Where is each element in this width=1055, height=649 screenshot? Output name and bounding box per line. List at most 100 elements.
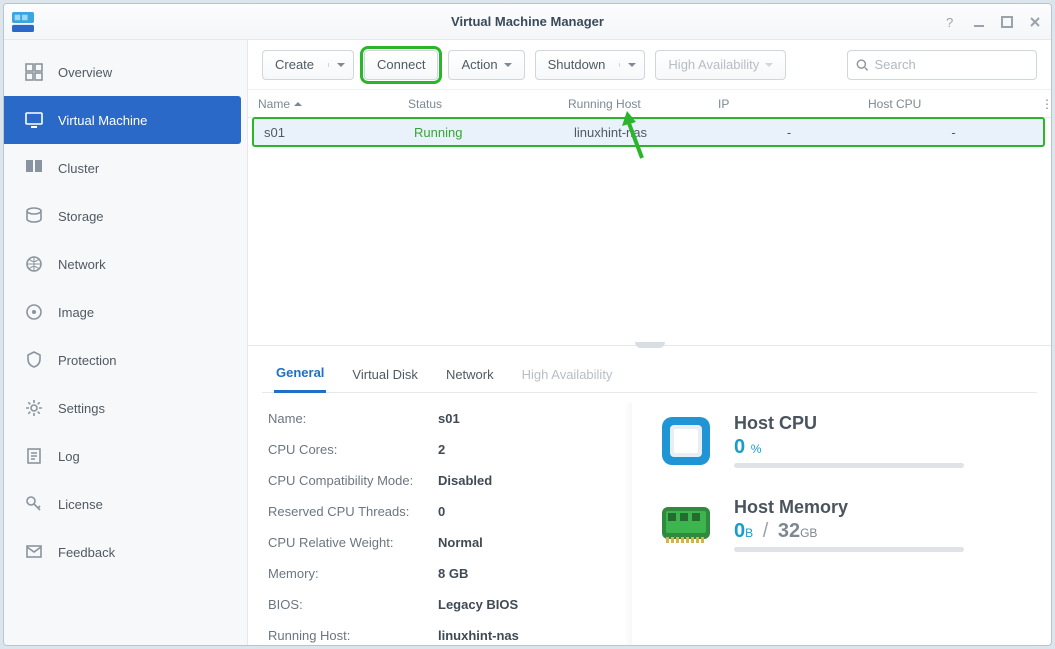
protection-icon bbox=[24, 350, 44, 370]
sidebar-item-overview[interactable]: Overview bbox=[4, 48, 247, 96]
action-button[interactable]: Action bbox=[448, 50, 524, 80]
search-input[interactable] bbox=[875, 57, 1029, 72]
storage-icon bbox=[24, 206, 44, 226]
sidebar-item-label: Log bbox=[58, 449, 80, 464]
sidebar-item-image[interactable]: Image bbox=[4, 288, 247, 336]
app-icon bbox=[12, 12, 34, 32]
license-icon bbox=[24, 494, 44, 514]
sidebar-item-license[interactable]: License bbox=[4, 480, 247, 528]
minimize-button[interactable] bbox=[971, 14, 987, 30]
sidebar: Overview Virtual Machine Cluster Storage… bbox=[4, 40, 248, 645]
vm-table: Name Status Running Host IP Host CPU ⋮ s… bbox=[248, 90, 1051, 148]
cluster-icon bbox=[24, 158, 44, 178]
cell-cpu: - bbox=[864, 125, 1043, 140]
sidebar-item-label: Feedback bbox=[58, 545, 115, 560]
sidebar-item-network[interactable]: Network bbox=[4, 240, 247, 288]
connect-label: Connect bbox=[377, 57, 425, 72]
sidebar-item-cluster[interactable]: Cluster bbox=[4, 144, 247, 192]
window-controls: ? bbox=[943, 14, 1043, 30]
create-dropdown[interactable] bbox=[328, 63, 345, 67]
ha-label: High Availability bbox=[668, 57, 759, 72]
col-ip[interactable]: IP bbox=[708, 97, 858, 111]
sidebar-item-label: Settings bbox=[58, 401, 105, 416]
panel-splitter[interactable] bbox=[248, 345, 1051, 355]
help-icon[interactable]: ? bbox=[943, 14, 959, 30]
kv-running-host: Running Host:linuxhint-nas bbox=[268, 620, 622, 645]
sidebar-item-settings[interactable]: Settings bbox=[4, 384, 247, 432]
detail-panel: General Virtual Disk Network High Availa… bbox=[248, 355, 1051, 645]
shutdown-dropdown[interactable] bbox=[619, 63, 636, 67]
maximize-button[interactable] bbox=[999, 14, 1015, 30]
toolbar: Create Connect Action Shutdown High Avai… bbox=[248, 40, 1051, 90]
image-icon bbox=[24, 302, 44, 322]
action-label: Action bbox=[461, 57, 497, 72]
table-header: Name Status Running Host IP Host CPU ⋮ bbox=[248, 90, 1051, 118]
chevron-down-icon bbox=[504, 63, 512, 67]
sidebar-item-protection[interactable]: Protection bbox=[4, 336, 247, 384]
cpu-icon bbox=[658, 413, 714, 469]
tab-virtual-disk[interactable]: Virtual Disk bbox=[350, 357, 420, 392]
close-button[interactable] bbox=[1027, 14, 1043, 30]
main-panel: Create Connect Action Shutdown High Avai… bbox=[248, 40, 1051, 645]
cell-name: s01 bbox=[254, 125, 404, 140]
sidebar-item-label: Protection bbox=[58, 353, 117, 368]
create-label: Create bbox=[275, 57, 314, 72]
sidebar-item-label: Cluster bbox=[58, 161, 99, 176]
col-status[interactable]: Status bbox=[398, 97, 558, 111]
sidebar-item-label: Storage bbox=[58, 209, 104, 224]
table-empty-area bbox=[248, 148, 1051, 345]
tab-network[interactable]: Network bbox=[444, 357, 496, 392]
connect-button[interactable]: Connect bbox=[364, 50, 438, 80]
host-memory-value: 0B / 32GB bbox=[734, 520, 964, 543]
vm-icon bbox=[24, 110, 44, 130]
network-icon bbox=[24, 254, 44, 274]
col-cpu[interactable]: Host CPU bbox=[858, 97, 1031, 111]
col-options[interactable]: ⋮ bbox=[1031, 97, 1051, 111]
log-icon bbox=[24, 446, 44, 466]
host-cpu-bar bbox=[734, 463, 964, 468]
tab-general[interactable]: General bbox=[274, 355, 326, 393]
high-availability-button[interactable]: High Availability bbox=[655, 50, 786, 80]
col-host[interactable]: Running Host bbox=[558, 97, 708, 111]
app-window: Virtual Machine Manager ? Overview Virtu… bbox=[3, 3, 1052, 646]
kv-cpu-weight: CPU Relative Weight:Normal bbox=[268, 527, 622, 558]
host-memory-title: Host Memory bbox=[734, 497, 964, 518]
title-bar: Virtual Machine Manager ? bbox=[4, 4, 1051, 40]
overview-icon bbox=[24, 62, 44, 82]
kv-bios: BIOS:Legacy BIOS bbox=[268, 589, 622, 620]
kv-cpu-compat: CPU Compatibility Mode:Disabled bbox=[268, 465, 622, 496]
gear-icon bbox=[24, 398, 44, 418]
chevron-down-icon bbox=[765, 63, 773, 67]
general-properties: Name:s01 CPU Cores:2 CPU Compatibility M… bbox=[262, 403, 642, 645]
window-title: Virtual Machine Manager bbox=[4, 14, 1051, 29]
detail-tabs: General Virtual Disk Network High Availa… bbox=[262, 355, 1037, 393]
col-name[interactable]: Name bbox=[248, 97, 398, 111]
sidebar-item-feedback[interactable]: Feedback bbox=[4, 528, 247, 576]
cell-host: linuxhint-nas bbox=[564, 125, 714, 140]
search-box[interactable] bbox=[847, 50, 1037, 80]
memory-icon bbox=[658, 497, 714, 553]
shutdown-button[interactable]: Shutdown bbox=[535, 50, 646, 80]
host-cpu-title: Host CPU bbox=[734, 413, 964, 434]
sidebar-item-label: Network bbox=[58, 257, 106, 272]
host-cpu-meter: Host CPU 0 % bbox=[658, 413, 1021, 469]
create-button[interactable]: Create bbox=[262, 50, 354, 80]
sidebar-item-virtual-machine[interactable]: Virtual Machine bbox=[4, 96, 241, 144]
sidebar-item-storage[interactable]: Storage bbox=[4, 192, 247, 240]
sidebar-item-label: Overview bbox=[58, 65, 112, 80]
sidebar-item-label: Virtual Machine bbox=[58, 113, 147, 128]
kv-cpu-cores: CPU Cores:2 bbox=[268, 434, 622, 465]
host-memory-bar bbox=[734, 547, 964, 552]
table-row[interactable]: s01 Running linuxhint-nas - - bbox=[252, 117, 1045, 147]
host-meters: Host CPU 0 % Host Memory bbox=[642, 403, 1037, 645]
shutdown-label: Shutdown bbox=[548, 57, 606, 72]
host-memory-meter: Host Memory 0B / 32GB bbox=[658, 497, 1021, 553]
sort-asc-icon bbox=[294, 102, 302, 106]
search-icon bbox=[856, 58, 869, 72]
sidebar-item-log[interactable]: Log bbox=[4, 432, 247, 480]
sidebar-item-label: Image bbox=[58, 305, 94, 320]
tab-high-availability[interactable]: High Availability bbox=[520, 357, 615, 392]
host-cpu-value: 0 % bbox=[734, 436, 964, 459]
kv-memory: Memory:8 GB bbox=[268, 558, 622, 589]
feedback-icon bbox=[24, 542, 44, 562]
